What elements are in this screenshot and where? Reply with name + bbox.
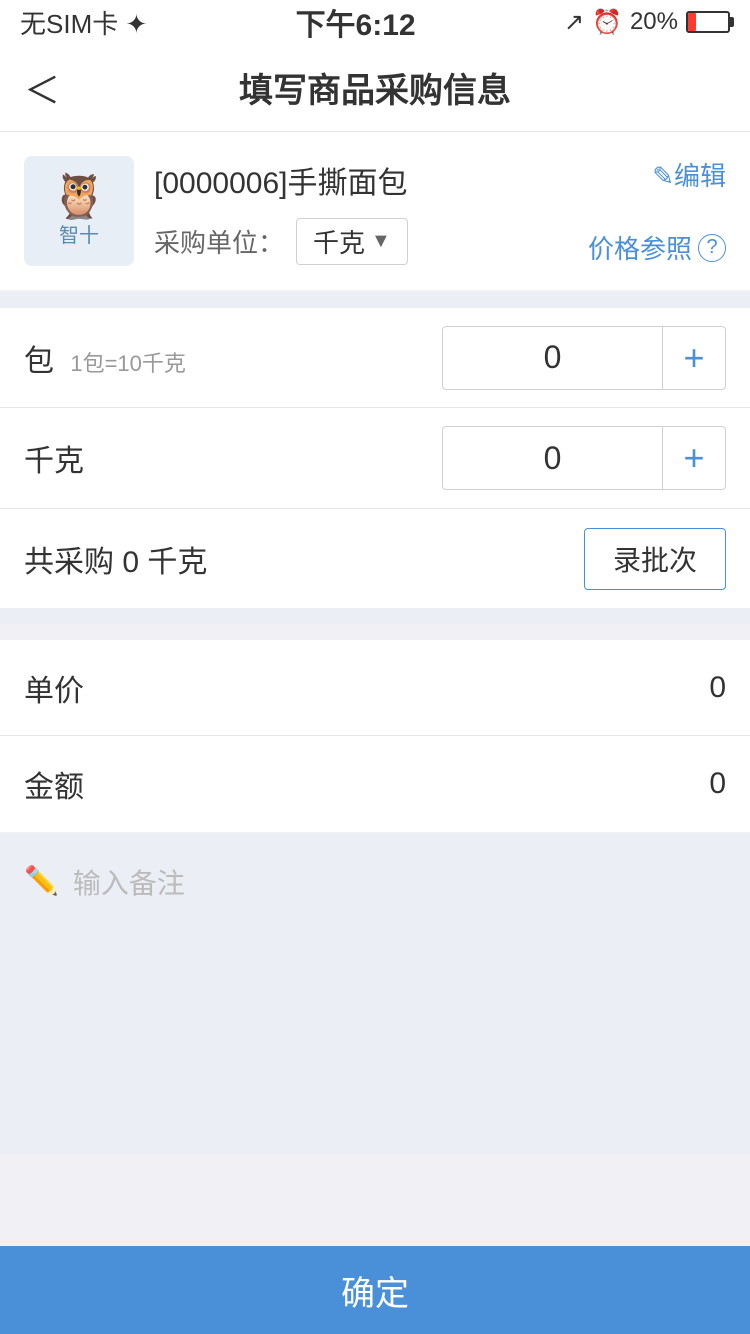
price-ref-label: 价格参照	[588, 229, 692, 266]
battery-icon	[686, 11, 730, 33]
summary-unit: 千克	[147, 546, 207, 579]
kg-input[interactable]: 0	[442, 426, 662, 490]
unit-value: 千克	[313, 223, 365, 260]
product-logo-text: 智十	[52, 219, 107, 248]
price-reference-button[interactable]: 价格参照 ?	[588, 229, 726, 266]
product-card: 🦉 智十 [0000006]手撕面包 采购单位： 千克 ▼ ✎编辑 价格参照 ?	[0, 132, 750, 290]
bao-input[interactable]: 0	[442, 326, 662, 390]
kg-plus-button[interactable]: +	[662, 426, 726, 490]
unit-price-value: 0	[709, 671, 726, 705]
price-ref-icon: ?	[698, 234, 726, 262]
status-time: 下午6:12	[296, 0, 416, 44]
unit-select[interactable]: 千克 ▼	[296, 218, 408, 265]
confirm-button[interactable]: 确定	[0, 1246, 750, 1334]
section-divider-1	[0, 292, 750, 308]
location-icon: ↗	[564, 8, 584, 37]
amount-value: 0	[709, 767, 726, 801]
page-title: 填写商品采购信息	[239, 63, 511, 112]
remark-input[interactable]: 输入备注	[73, 862, 185, 902]
price-section: 单价 0 金额 0	[0, 640, 750, 832]
summary-label: 共采购	[24, 546, 122, 579]
summary-text: 共采购 0 千克	[24, 537, 207, 581]
status-left: 无SIM卡 ✦	[20, 4, 147, 41]
unit-price-label: 单价	[24, 666, 84, 710]
back-button[interactable]: ＜	[24, 62, 60, 114]
status-right: ↗ ⏰ 20%	[564, 8, 730, 37]
amount-label: 金额	[24, 762, 84, 806]
sim-label: 无SIM卡 ✦	[20, 4, 147, 41]
pencil-icon: ✏️	[24, 864, 59, 897]
price-row-amount: 金额 0	[0, 736, 750, 832]
input-row-bao: 包 1包=10千克 0 +	[0, 308, 750, 408]
bao-plus-button[interactable]: +	[662, 326, 726, 390]
price-row-unit: 单价 0	[0, 640, 750, 736]
bao-sub-label: 1包=10千克	[70, 351, 186, 376]
kg-input-wrapper: 0 +	[442, 426, 726, 490]
status-bar: 无SIM卡 ✦ 下午6:12 ↗ ⏰ 20%	[0, 0, 750, 44]
summary-value: 0	[122, 546, 147, 579]
bottom-spacer	[0, 1154, 750, 1242]
battery-percent: 20%	[630, 8, 678, 36]
bao-input-wrapper: 0 +	[442, 326, 726, 390]
product-logo-icon: 🦉	[52, 175, 107, 219]
input-row-kg: 千克 0 +	[0, 408, 750, 508]
section-divider-2	[0, 608, 750, 624]
bao-label: 包 1包=10千克	[24, 336, 442, 380]
batch-button[interactable]: 录批次	[584, 528, 726, 590]
unit-label: 采购单位：	[154, 223, 284, 260]
alarm-icon: ⏰	[592, 8, 622, 37]
remark-section[interactable]: ✏️ 输入备注	[0, 834, 750, 1154]
product-image: 🦉 智十	[24, 156, 134, 266]
kg-label: 千克	[24, 436, 442, 480]
product-name: [0000006]手撕面包	[154, 158, 726, 202]
nav-bar: ＜ 填写商品采购信息	[0, 44, 750, 132]
unit-arrow-icon: ▼	[371, 230, 391, 253]
input-section: 包 1包=10千克 0 + 千克 0 +	[0, 308, 750, 508]
summary-section: 共采购 0 千克 录批次	[0, 508, 750, 608]
edit-button[interactable]: ✎编辑	[652, 156, 726, 193]
